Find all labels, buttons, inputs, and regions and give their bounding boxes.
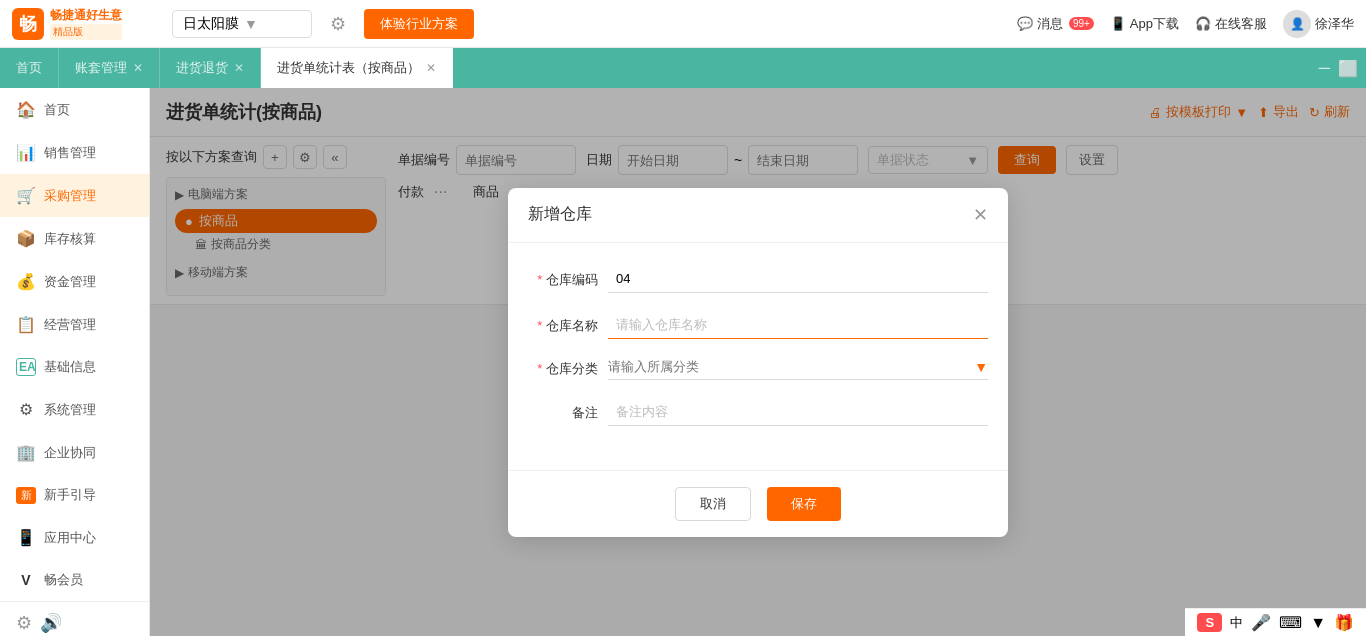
chevron-down-icon: ▼ (244, 16, 301, 32)
sidebar-item-finance[interactable]: 💰 资金管理 (0, 260, 149, 303)
s-icon: S (1197, 613, 1222, 632)
guide-icon: 新 (16, 487, 36, 504)
warehouse-note-input[interactable] (608, 400, 988, 426)
purchase-icon: 🛒 (16, 186, 36, 205)
user-profile[interactable]: 👤 徐泽华 (1283, 10, 1354, 38)
modal-new-warehouse: 新增仓库 ✕ 仓库编码 仓库名称 仓库 (508, 188, 1008, 537)
cancel-button[interactable]: 取消 (675, 487, 751, 521)
sidebar-item-system[interactable]: ⚙ 系统管理 (0, 388, 149, 431)
category-label: 仓库分类 (528, 360, 608, 378)
more-icon[interactable]: ▼ (1310, 614, 1326, 632)
finance-icon: 💰 (16, 272, 36, 291)
sidebar-item-app-center[interactable]: 📱 应用中心 (0, 516, 149, 559)
maximize-button[interactable]: ⬜ (1338, 59, 1358, 78)
sidebar-item-home[interactable]: 🏠 首页 (0, 88, 149, 131)
sidebar-bottom: ⚙ 🔊 (0, 601, 149, 636)
basic-icon: EA (16, 358, 36, 376)
mic-icon[interactable]: 🎤 (1251, 613, 1271, 632)
content-area: 进货单统计(按商品) 🖨 按模板打印 ▼ ⬆ 导出 ↻ 刷新 (150, 88, 1366, 636)
sidebar-item-sales[interactable]: 📊 销售管理 (0, 131, 149, 174)
chinese-input-icon[interactable]: 中 (1230, 614, 1243, 632)
sidebar: 🏠 首页 📊 销售管理 🛒 采购管理 📦 库存核算 💰 资金管理 📋 经营管理 … (0, 88, 150, 636)
warehouse-name-input[interactable] (608, 313, 988, 339)
sidebar-item-basic[interactable]: EA 基础信息 (0, 346, 149, 388)
operations-icon: 📋 (16, 315, 36, 334)
sidebar-item-member[interactable]: V 畅会员 (0, 559, 149, 601)
headset-icon: 🎧 (1195, 16, 1211, 31)
sales-icon: 📊 (16, 143, 36, 162)
enterprise-icon: 🏢 (16, 443, 36, 462)
modal-close-button[interactable]: ✕ (973, 204, 988, 226)
save-button[interactable]: 保存 (767, 487, 841, 521)
name-label: 仓库名称 (528, 317, 608, 335)
sidebar-item-inventory[interactable]: 📦 库存核算 (0, 217, 149, 260)
logo-text: 畅捷通好生意 精品版 (50, 7, 122, 40)
close-icon[interactable]: ✕ (133, 61, 143, 75)
modal-title: 新增仓库 (528, 204, 592, 225)
online-service-button[interactable]: 🎧 在线客服 (1195, 15, 1267, 33)
category-input[interactable] (608, 359, 974, 374)
keyboard-icon[interactable]: ⌨ (1279, 613, 1302, 632)
inventory-icon: 📦 (16, 229, 36, 248)
trial-button[interactable]: 体验行业方案 (364, 9, 474, 39)
warehouse-code-input[interactable] (608, 267, 988, 293)
modal-header: 新增仓库 ✕ (508, 188, 1008, 243)
sidebar-item-operations[interactable]: 📋 经营管理 (0, 303, 149, 346)
gift-icon[interactable]: 🎁 (1334, 613, 1354, 632)
top-header: 畅 畅捷通好生意 精品版 日太阳膜 ▼ ⚙ 体验行业方案 💬 消息 99+ 📱 … (0, 0, 1366, 48)
tab-home[interactable]: 首页 (0, 48, 59, 88)
warehouse-name-field: 仓库名称 (528, 313, 988, 339)
tab-purchase-stats[interactable]: 进货单统计表（按商品） ✕ (261, 48, 453, 88)
sidebar-item-enterprise[interactable]: 🏢 企业协同 (0, 431, 149, 474)
store-selector[interactable]: 日太阳膜 ▼ (172, 10, 312, 38)
messages-button[interactable]: 💬 消息 99+ (1017, 15, 1094, 33)
member-icon: V (16, 572, 36, 588)
nav-tabs-end: ─ ⬜ (1319, 59, 1366, 78)
note-label: 备注 (528, 404, 608, 422)
code-label: 仓库编码 (528, 271, 608, 289)
settings-bottom-icon[interactable]: ⚙ (16, 612, 32, 634)
nav-tabs: 首页 账套管理 ✕ 进货退货 ✕ 进货单统计表（按商品） ✕ ─ ⬜ (0, 48, 1366, 88)
tab-purchase-return[interactable]: 进货退货 ✕ (160, 48, 261, 88)
tab-account[interactable]: 账套管理 ✕ (59, 48, 160, 88)
warehouse-category-field: 仓库分类 ▼ (528, 359, 988, 380)
close-icon[interactable]: ✕ (426, 61, 436, 75)
logo-area: 畅 畅捷通好生意 精品版 (12, 7, 162, 40)
modal-overlay: 新增仓库 ✕ 仓库编码 仓库名称 仓库 (150, 88, 1366, 636)
sidebar-item-purchase[interactable]: 🛒 采购管理 (0, 174, 149, 217)
system-icon: ⚙ (16, 400, 36, 419)
app-center-icon: 📱 (16, 528, 36, 547)
modal-body: 仓库编码 仓库名称 仓库分类 ▼ (508, 243, 1008, 470)
home-icon: 🏠 (16, 100, 36, 119)
app-logo-icon: 畅 (12, 8, 44, 40)
category-select[interactable]: ▼ (608, 359, 988, 380)
modal-footer: 取消 保存 (508, 470, 1008, 537)
main-layout: 🏠 首页 📊 销售管理 🛒 采购管理 📦 库存核算 💰 资金管理 📋 经营管理 … (0, 88, 1366, 636)
collapse-icon[interactable]: 🔊 (40, 612, 62, 634)
bottom-bar: S 中 🎤 ⌨ ▼ 🎁 (1185, 608, 1366, 636)
sidebar-item-guide[interactable]: 新 新手引导 (0, 474, 149, 516)
warehouse-note-field: 备注 (528, 400, 988, 426)
chevron-down-icon: ▼ (974, 359, 988, 375)
warehouse-code-field: 仓库编码 (528, 267, 988, 293)
phone-icon: 📱 (1110, 16, 1126, 31)
close-icon[interactable]: ✕ (234, 61, 244, 75)
minimize-button[interactable]: ─ (1319, 59, 1330, 77)
header-right: 💬 消息 99+ 📱 App下载 🎧 在线客服 👤 徐泽华 (1017, 10, 1354, 38)
app-download-button[interactable]: 📱 App下载 (1110, 15, 1179, 33)
avatar: 👤 (1283, 10, 1311, 38)
message-icon: 💬 (1017, 16, 1033, 31)
settings-button[interactable]: ⚙ (322, 8, 354, 40)
